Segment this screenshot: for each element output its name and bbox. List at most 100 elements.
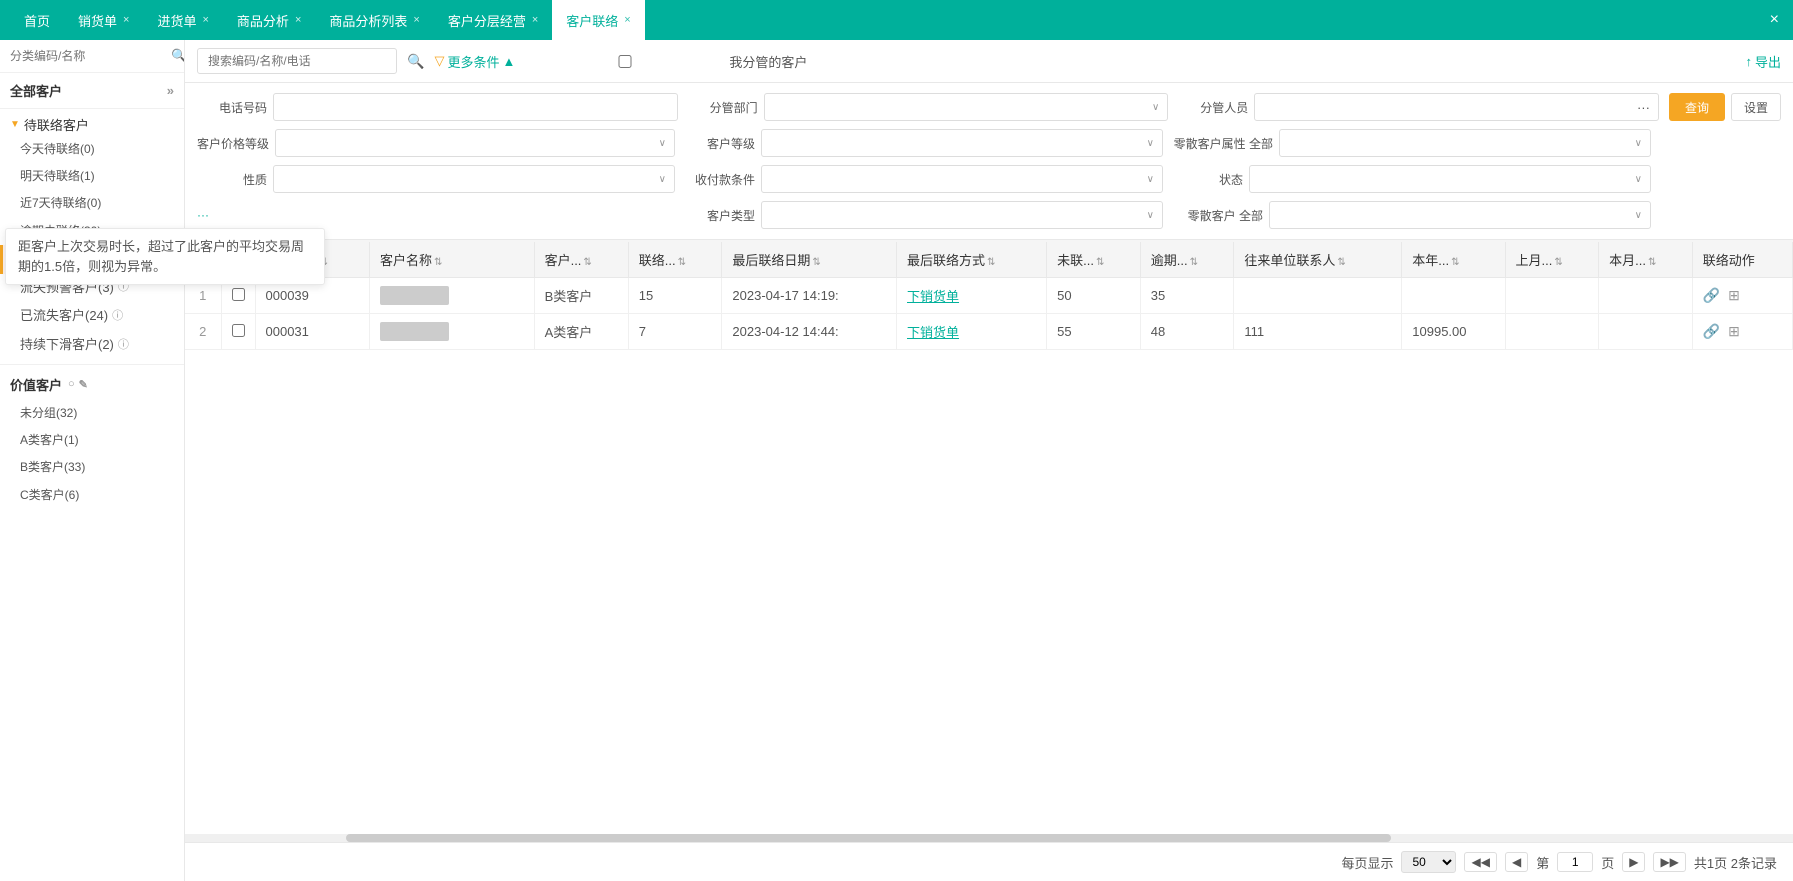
th-name[interactable]: 客户名称⇅ bbox=[369, 242, 534, 278]
query-button[interactable]: 查询 bbox=[1669, 93, 1725, 121]
sidebar-item-c-class[interactable]: C类客户(6) bbox=[0, 482, 184, 509]
th-this-year[interactable]: 本年...⇅ bbox=[1402, 242, 1505, 278]
branch-dept-select[interactable]: ∨ bbox=[764, 93, 1169, 121]
pending-contact-group[interactable]: ▼ 待联络客户 bbox=[0, 109, 184, 136]
per-page-select[interactable]: 50 100 bbox=[1401, 851, 1456, 873]
nav-tab-customer-contact[interactable]: 客户联络 × bbox=[552, 0, 644, 40]
close-goods-analysis-list-tab-icon[interactable]: × bbox=[413, 14, 419, 26]
search-button[interactable]: 🔍 bbox=[407, 53, 424, 70]
value-customer-edit-icon[interactable]: ✎ bbox=[79, 378, 88, 391]
phone-input[interactable] bbox=[273, 93, 678, 121]
close-goods-analysis-tab-icon[interactable]: × bbox=[295, 14, 301, 26]
value-customer-group[interactable]: 价值客户 ○ ✎ bbox=[0, 369, 184, 400]
nav-tab-purchase[interactable]: 进货单 × bbox=[143, 0, 222, 40]
payment-select[interactable]: ∨ bbox=[761, 165, 1163, 193]
sidebar-item-7days[interactable]: 近7天待联络(0) bbox=[0, 190, 184, 217]
row2-checkbox[interactable] bbox=[232, 324, 245, 337]
nav-tab-goods-analysis[interactable]: 商品分析 × bbox=[223, 0, 315, 40]
filter-row-1: 电话号码 分管部门 ∨ 分管人员 ··· bbox=[197, 93, 1781, 121]
sidebar-item-a-class[interactable]: A类客户(1) bbox=[0, 427, 184, 454]
more-filter-button[interactable]: ▽ 更多条件 ▲ bbox=[434, 52, 515, 71]
close-purchase-tab-icon[interactable]: × bbox=[202, 14, 208, 26]
th-last-month[interactable]: 上月...⇅ bbox=[1505, 242, 1599, 278]
row1-checkbox[interactable] bbox=[232, 288, 245, 301]
advanced-filters: 电话号码 分管部门 ∨ 分管人员 ··· bbox=[185, 83, 1793, 240]
last-contact-method-link-2[interactable]: 下销货单 bbox=[907, 325, 959, 340]
th-last-contact-date[interactable]: 最后联络日期⇅ bbox=[722, 242, 897, 278]
my-customer-checkbox[interactable] bbox=[525, 55, 725, 68]
th-overdue[interactable]: 逾期...⇅ bbox=[1140, 242, 1234, 278]
export-button[interactable]: ↑ 导出 bbox=[1745, 52, 1781, 71]
th-contacts-from-unit[interactable]: 往来单位联系人⇅ bbox=[1234, 242, 1402, 278]
sidebar-item-keep-down[interactable]: 持续下滑客户(2) ⓘ bbox=[0, 331, 184, 360]
cell-date-2: 2023-04-12 14:44: bbox=[722, 314, 897, 350]
settings-button[interactable]: 设置 bbox=[1731, 93, 1781, 121]
customer-tier-select[interactable]: ∨ bbox=[761, 129, 1163, 157]
customer-type-select[interactable]: ∨ bbox=[761, 201, 1163, 229]
cell-method-2[interactable]: 下销货单 bbox=[897, 314, 1047, 350]
nav-tab-customer-tier[interactable]: 客户分层经营 × bbox=[434, 0, 552, 40]
more-options-button[interactable]: ··· bbox=[197, 208, 209, 222]
type-sort-icon: ⇅ bbox=[583, 257, 591, 268]
first-page-button[interactable]: ◀◀ bbox=[1464, 852, 1496, 872]
sidebar-item-b-class[interactable]: B类客户(33) bbox=[0, 454, 184, 481]
customer-type-chevron-icon: ∨ bbox=[1147, 210, 1154, 221]
th-this-month[interactable]: 本月...⇅ bbox=[1599, 242, 1693, 278]
sidebar-item-today[interactable]: 今天待联络(0) bbox=[0, 136, 184, 163]
nav-tab-home[interactable]: 首页 bbox=[10, 0, 64, 40]
search-input[interactable] bbox=[197, 48, 397, 74]
last-month-sort-icon: ⇅ bbox=[1554, 257, 1562, 268]
nav-tab-goods-analysis-list[interactable]: 商品分析列表 × bbox=[315, 0, 433, 40]
action-grid-icon-2[interactable]: ⊞ bbox=[1728, 323, 1740, 340]
top-navigation: 首页 销货单 × 进货单 × 商品分析 × 商品分析列表 × 客户分层经营 × … bbox=[0, 0, 1793, 40]
payment-chevron-icon: ∨ bbox=[1147, 174, 1154, 185]
my-customer-checkbox-label[interactable]: 我分管的客户 bbox=[525, 52, 807, 71]
th-last-contact-method[interactable]: 最后联络方式⇅ bbox=[897, 242, 1047, 278]
tooltip-text: 距客户上次交易时长，超过了此客户的平均交易周期的1.5倍，则视为异常。 bbox=[18, 239, 185, 274]
sidebar-search-icon[interactable]: 🔍 bbox=[171, 48, 185, 64]
customer-type-label: 客户类型 bbox=[685, 207, 755, 224]
prev-page-button[interactable]: ◀ bbox=[1505, 852, 1528, 872]
next-page-button[interactable]: ▶ bbox=[1622, 852, 1645, 872]
close-customer-contact-tab-icon[interactable]: × bbox=[624, 14, 630, 26]
lost-info-icon[interactable]: ⓘ bbox=[112, 308, 123, 326]
keep-down-label: 持续下滑客户(2) bbox=[20, 335, 114, 356]
th-customer-type[interactable]: 客户...⇅ bbox=[534, 242, 628, 278]
scrollbar-thumb[interactable] bbox=[346, 834, 1391, 842]
sidebar: 🔍 全部客户 » ▼ 待联络客户 今天待联络(0) 明天待联络(1) 近7天待联… bbox=[0, 40, 185, 881]
sidebar-item-unclassified[interactable]: 未分组(32) bbox=[0, 400, 184, 427]
status-label: 状态 bbox=[1173, 171, 1243, 188]
collapse-sidebar-icon[interactable]: » bbox=[167, 83, 174, 98]
keep-down-info-icon[interactable]: ⓘ bbox=[118, 337, 129, 355]
sidebar-item-tomorrow[interactable]: 明天待联络(1) bbox=[0, 163, 184, 190]
branch-person-dots-icon: ··· bbox=[1637, 100, 1650, 115]
sidebar-search-input[interactable] bbox=[10, 49, 165, 63]
horizontal-scrollbar[interactable] bbox=[185, 834, 1793, 842]
retail-customer-chevron-icon: ∨ bbox=[1635, 210, 1642, 221]
last-page-button[interactable]: ▶▶ bbox=[1653, 852, 1685, 872]
cell-method-1[interactable]: 下销货单 bbox=[897, 278, 1047, 314]
th-contact[interactable]: 联络...⇅ bbox=[628, 242, 722, 278]
action-link-icon-2[interactable]: 🔗 bbox=[1703, 323, 1720, 340]
more-filter-chevron-icon: ▲ bbox=[502, 54, 515, 69]
price-tier-select[interactable]: ∨ bbox=[275, 129, 675, 157]
action-grid-icon-1[interactable]: ⊞ bbox=[1728, 287, 1740, 304]
th-unreached[interactable]: 未联...⇅ bbox=[1047, 242, 1141, 278]
close-sales-tab-icon[interactable]: × bbox=[123, 14, 129, 26]
current-page-input[interactable] bbox=[1557, 852, 1593, 872]
cell-action-1: 🔗 ⊞ bbox=[1692, 278, 1792, 314]
payment-field: 收付款条件 ∨ bbox=[685, 165, 1163, 193]
sidebar-item-lost[interactable]: 已流失客户(24) ⓘ bbox=[0, 302, 184, 331]
close-customer-tier-tab-icon[interactable]: × bbox=[532, 14, 538, 26]
close-all-button[interactable]: × bbox=[1770, 11, 1779, 29]
retail-customer-select[interactable]: ∨ bbox=[1269, 201, 1651, 229]
nav-tab-sales[interactable]: 销货单 × bbox=[64, 0, 143, 40]
action-link-icon-1[interactable]: 🔗 bbox=[1703, 287, 1720, 304]
branch-person-select[interactable]: ··· bbox=[1254, 93, 1659, 121]
retail-attr-select[interactable]: ∨ bbox=[1279, 129, 1651, 157]
pending-contact-triangle-icon: ▼ bbox=[10, 119, 20, 130]
status-select[interactable]: ∨ bbox=[1249, 165, 1651, 193]
gender-select[interactable]: ∨ bbox=[273, 165, 675, 193]
method-sort-icon: ⇅ bbox=[987, 257, 995, 268]
last-contact-method-link-1[interactable]: 下销货单 bbox=[907, 289, 959, 304]
